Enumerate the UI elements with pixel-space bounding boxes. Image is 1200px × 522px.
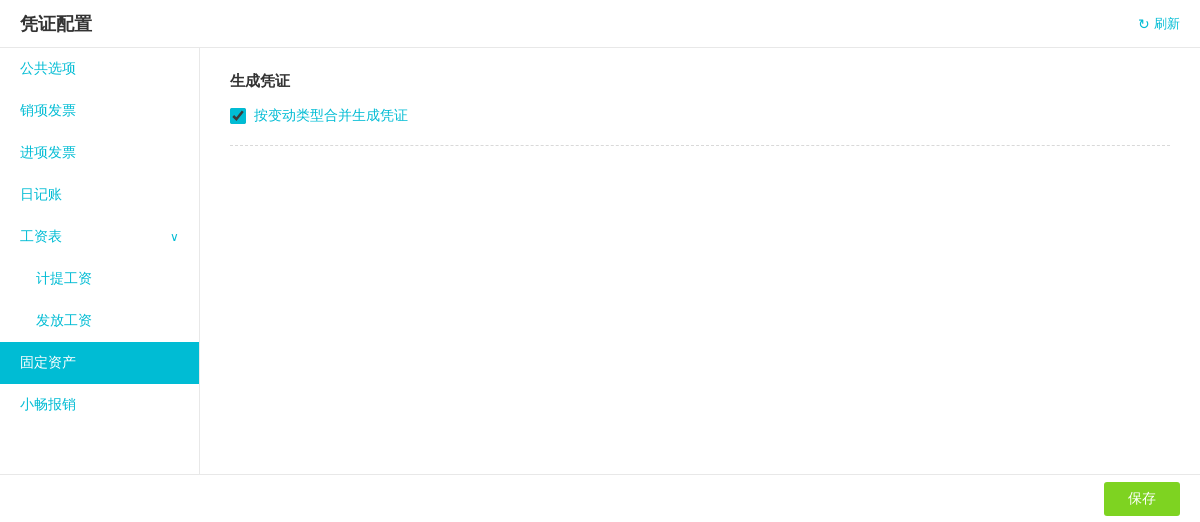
chevron-down-icon: ∨ [170, 230, 179, 244]
sidebar-item-sales-invoice[interactable]: 销项发票 [0, 90, 199, 132]
sidebar: 公共选项销项发票进项发票日记账工资表 ∨ 计提工资发放工资固定资产小畅报销 [0, 48, 200, 474]
sidebar-item-public-options[interactable]: 公共选项 [0, 48, 199, 90]
content-area: 生成凭证 按变动类型合并生成凭证 [200, 48, 1200, 474]
sidebar-item-label: 计提工资 [36, 270, 92, 288]
sidebar-item-label: 固定资产 [20, 354, 76, 372]
refresh-button[interactable]: ↻ 刷新 [1138, 15, 1180, 33]
sidebar-item-label: 日记账 [20, 186, 62, 204]
page-header: 凭证配置 ↻ 刷新 [0, 0, 1200, 48]
sidebar-item-label: 工资表 [20, 228, 62, 246]
refresh-label: 刷新 [1154, 15, 1180, 33]
sidebar-item-fixed-assets[interactable]: 固定资产 [0, 342, 199, 384]
sidebar-item-expense-report[interactable]: 小畅报销 [0, 384, 199, 426]
sidebar-item-label: 公共选项 [20, 60, 76, 78]
sidebar-item-purchase-invoice[interactable]: 进项发票 [0, 132, 199, 174]
sidebar-item-label: 销项发票 [20, 102, 76, 120]
sidebar-item-label: 发放工资 [36, 312, 92, 330]
sidebar-item-journal[interactable]: 日记账 [0, 174, 199, 216]
sidebar-item-accrual-salary[interactable]: 计提工资 [0, 258, 199, 300]
page-title: 凭证配置 [20, 12, 92, 36]
sidebar-item-payroll-table[interactable]: 工资表 ∨ [0, 216, 199, 258]
section-title: 生成凭证 [230, 72, 1170, 91]
sidebar-item-payroll-salary[interactable]: 发放工资 [0, 300, 199, 342]
save-button[interactable]: 保存 [1104, 482, 1180, 516]
merge-checkbox-label[interactable]: 按变动类型合并生成凭证 [254, 107, 408, 125]
refresh-icon: ↻ [1138, 16, 1150, 32]
main-layout: 公共选项销项发票进项发票日记账工资表 ∨ 计提工资发放工资固定资产小畅报销 生成凭证… [0, 48, 1200, 474]
checkbox-row: 按变动类型合并生成凭证 [230, 107, 1170, 125]
sidebar-item-label: 进项发票 [20, 144, 76, 162]
merge-checkbox[interactable] [230, 108, 246, 124]
page-footer: 保存 [0, 474, 1200, 522]
sidebar-item-label: 小畅报销 [20, 396, 76, 414]
section-divider [230, 145, 1170, 146]
